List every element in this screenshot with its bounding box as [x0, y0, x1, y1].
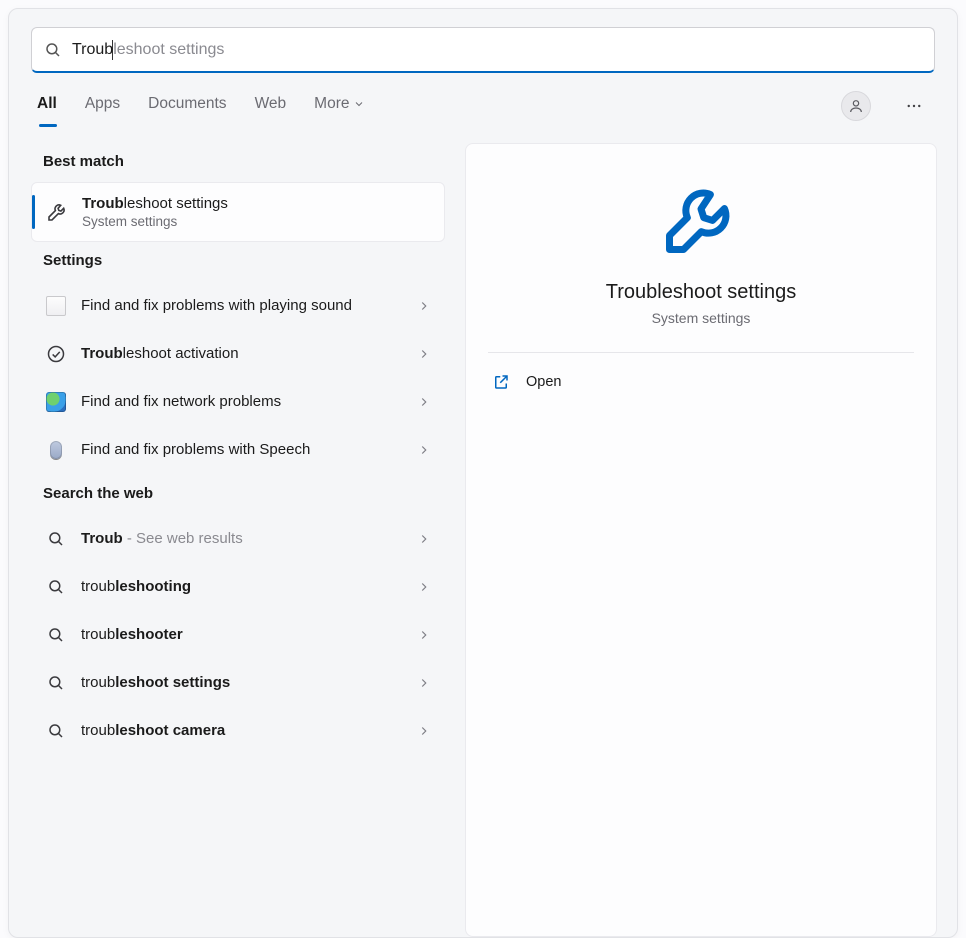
- best-match-subtitle: System settings: [82, 214, 430, 229]
- settings-result[interactable]: Find and fix problems with Speech: [31, 427, 445, 473]
- result-label: Find and fix problems with playing sound: [81, 296, 431, 316]
- results-area: Best match Troubleshoot settings System …: [9, 131, 957, 937]
- best-match-title: Troubleshoot settings: [82, 195, 430, 212]
- search-bar[interactable]: Troubleshoot settings: [31, 27, 935, 73]
- chevron-right-icon: [417, 347, 431, 361]
- person-icon: [848, 98, 864, 114]
- ellipsis-icon: [905, 97, 923, 115]
- search-window: Troubleshoot settings All Apps Documents…: [8, 8, 958, 938]
- open-external-icon: [492, 373, 510, 391]
- settings-result[interactable]: Find and fix problems with playing sound: [31, 283, 445, 329]
- search-icon: [45, 720, 67, 742]
- settings-result[interactable]: Find and fix network problems: [31, 379, 445, 425]
- chevron-right-icon: [417, 676, 431, 690]
- chevron-right-icon: [417, 443, 431, 457]
- wrench-icon: [659, 176, 743, 265]
- web-result[interactable]: Troub - See web results: [31, 516, 445, 562]
- settings-result[interactable]: Troubleshoot activation: [31, 331, 445, 377]
- section-web: Search the web: [29, 475, 447, 514]
- section-best-match: Best match: [29, 143, 447, 182]
- web-result[interactable]: troubleshooting: [31, 564, 445, 610]
- search-icon: [45, 672, 67, 694]
- tab-all[interactable]: All: [37, 95, 57, 127]
- chevron-right-icon: [417, 395, 431, 409]
- open-label: Open: [526, 374, 561, 390]
- result-label: Troub - See web results: [81, 529, 431, 549]
- tab-more-label: More: [314, 95, 349, 113]
- detail-subtitle: System settings: [652, 310, 751, 326]
- search-icon: [45, 576, 67, 598]
- tab-more[interactable]: More: [314, 95, 365, 127]
- result-label: Find and fix network problems: [81, 392, 431, 412]
- overflow-button[interactable]: [899, 91, 929, 121]
- chevron-right-icon: [417, 580, 431, 594]
- result-label: troubleshooting: [81, 577, 431, 597]
- network-globe-icon: [45, 391, 67, 413]
- tab-web[interactable]: Web: [255, 95, 287, 127]
- tab-documents[interactable]: Documents: [148, 95, 226, 127]
- search-icon: [45, 528, 67, 550]
- account-button[interactable]: [841, 91, 871, 121]
- chevron-right-icon: [417, 724, 431, 738]
- results-list: Best match Troubleshoot settings System …: [29, 143, 447, 937]
- wrench-icon: [46, 199, 70, 223]
- web-result[interactable]: troubleshoot camera: [31, 708, 445, 754]
- section-settings: Settings: [29, 242, 447, 281]
- detail-panel: Troubleshoot settings System settings Op…: [465, 143, 937, 937]
- chevron-down-icon: [353, 98, 365, 110]
- chevron-right-icon: [417, 299, 431, 313]
- web-result[interactable]: troubleshoot settings: [31, 660, 445, 706]
- divider: [488, 352, 914, 353]
- open-action[interactable]: Open: [488, 363, 914, 401]
- result-label: troubleshoot settings: [81, 673, 431, 693]
- search-typed-text: Troub: [72, 41, 113, 59]
- check-circle-icon: [45, 343, 67, 365]
- result-label: troubleshoot camera: [81, 721, 431, 741]
- result-label: Find and fix problems with Speech: [81, 440, 431, 460]
- sound-troubleshoot-icon: [45, 295, 67, 317]
- search-autocomplete-text: leshoot settings: [113, 41, 224, 59]
- search-icon: [45, 624, 67, 646]
- filter-tabs: All Apps Documents Web More: [9, 73, 957, 131]
- tab-apps[interactable]: Apps: [85, 95, 120, 127]
- search-icon: [44, 41, 62, 59]
- chevron-right-icon: [417, 532, 431, 546]
- result-label: troubleshooter: [81, 625, 431, 645]
- search-input[interactable]: Troubleshoot settings: [72, 38, 922, 62]
- web-result[interactable]: troubleshooter: [31, 612, 445, 658]
- detail-title: Troubleshoot settings: [606, 281, 796, 304]
- microphone-icon: [45, 439, 67, 461]
- result-label: Troubleshoot activation: [81, 344, 431, 364]
- chevron-right-icon: [417, 628, 431, 642]
- best-match-result[interactable]: Troubleshoot settings System settings: [31, 182, 445, 242]
